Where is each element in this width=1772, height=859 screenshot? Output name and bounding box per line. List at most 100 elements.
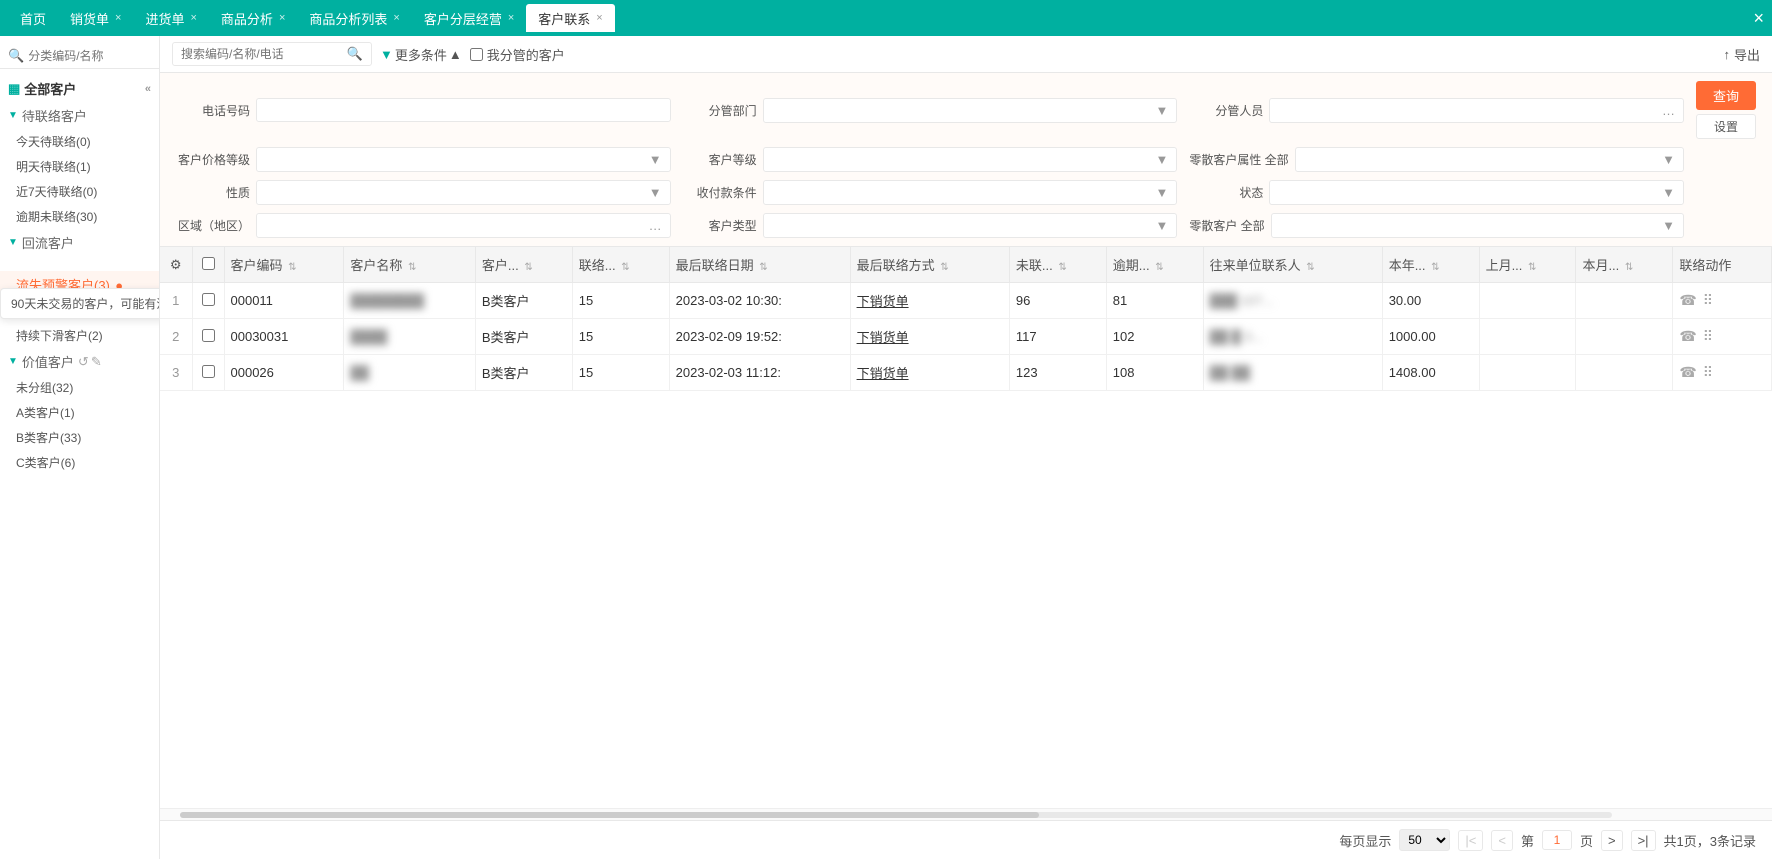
th-actions: 联络动作 bbox=[1673, 247, 1772, 283]
search-icon[interactable]: 🔍 bbox=[347, 46, 363, 62]
sidebar-item-c-class[interactable]: C类客户(6) bbox=[0, 450, 159, 475]
cell-last-method[interactable]: 下销货单 bbox=[850, 319, 1009, 355]
th-code[interactable]: 客户编码 ⇅ bbox=[224, 247, 344, 283]
cell-name: ████████ bbox=[344, 283, 476, 319]
cell-last-method[interactable]: 下销货单 bbox=[850, 283, 1009, 319]
sidebar-item-tomorrow-pending[interactable]: 明天待联络(1) bbox=[0, 154, 159, 179]
th-last-month[interactable]: 上月... ⇅ bbox=[1479, 247, 1576, 283]
query-button[interactable]: 查询 bbox=[1696, 81, 1756, 110]
filter-status-select[interactable]: ▼ bbox=[1269, 180, 1684, 205]
filter-price-level-select[interactable]: ▼ bbox=[256, 147, 671, 172]
cell-this-month bbox=[1576, 283, 1673, 319]
filter-scatter-customer-select[interactable]: ▼ bbox=[1271, 213, 1684, 238]
refresh-icon-value[interactable]: ↺ bbox=[78, 354, 89, 370]
close-customer-tier-tab[interactable]: × bbox=[508, 12, 514, 24]
tab-goods-analysis[interactable]: 商品分析 × bbox=[209, 4, 297, 32]
th-last-method[interactable]: 最后联络方式 ⇅ bbox=[850, 247, 1009, 283]
th-contact-count[interactable]: 联络... ⇅ bbox=[572, 247, 669, 283]
sidebar-item-churn-decline[interactable]: 持续下滑客户(2) bbox=[0, 323, 159, 348]
sidebar-search-input[interactable] bbox=[28, 49, 151, 63]
filter-customer-type-select[interactable]: ▼ bbox=[763, 213, 1178, 238]
cell-this-month bbox=[1576, 355, 1673, 391]
filter-nature-select[interactable]: ▼ bbox=[256, 180, 671, 205]
sidebar-group-value[interactable]: ▼ 价值客户 ↺ ✎ bbox=[0, 348, 159, 375]
settings-button[interactable]: 设置 bbox=[1696, 114, 1756, 139]
sidebar-item-today-pending[interactable]: 今天待联络(0) bbox=[0, 129, 159, 154]
total-records-label: 共1页，3条记录 bbox=[1664, 831, 1756, 850]
th-overdue[interactable]: 逾期... ⇅ bbox=[1106, 247, 1203, 283]
sidebar-item-a-class[interactable]: A类客户(1) bbox=[0, 400, 159, 425]
filter-customer-level-select[interactable]: ▼ bbox=[763, 147, 1178, 172]
th-type[interactable]: 客户... ⇅ bbox=[475, 247, 572, 283]
tab-sales[interactable]: 销货单 × bbox=[58, 4, 133, 32]
filter-scatter-attr-select[interactable]: ▼ bbox=[1295, 147, 1684, 172]
sidebar-all-customers[interactable]: ▦ 全部客户 « bbox=[0, 75, 159, 102]
window-close-button[interactable]: × bbox=[1753, 8, 1764, 29]
more-action-icon[interactable]: ⠿ bbox=[1703, 328, 1713, 345]
close-customer-contact-tab[interactable]: × bbox=[596, 12, 602, 24]
close-sales-tab[interactable]: × bbox=[115, 12, 121, 24]
close-goods-list-tab[interactable]: × bbox=[393, 12, 399, 24]
th-checkbox[interactable] bbox=[192, 247, 224, 283]
close-goods-analysis-tab[interactable]: × bbox=[279, 12, 285, 24]
filter-dept-select[interactable]: ▼ bbox=[763, 98, 1178, 123]
tab-goods-list[interactable]: 商品分析列表 × bbox=[297, 4, 411, 32]
sidebar-item-week-pending[interactable]: 近7天待联络(0) bbox=[0, 179, 159, 204]
my-customers-checkbox[interactable]: 我分管的客户 bbox=[470, 45, 565, 64]
next-page-button[interactable]: > bbox=[1601, 830, 1623, 851]
th-this-month[interactable]: 本月... ⇅ bbox=[1576, 247, 1673, 283]
cell-checkbox[interactable] bbox=[192, 319, 224, 355]
page-label: 第 bbox=[1521, 831, 1534, 850]
tab-purchase[interactable]: 进货单 × bbox=[133, 4, 208, 32]
sidebar-group-churn[interactable]: ▼ 回流客户 bbox=[0, 229, 159, 256]
filter-payment-select[interactable]: ▼ bbox=[763, 180, 1178, 205]
cell-checkbox[interactable] bbox=[192, 355, 224, 391]
th-settings[interactable]: ⚙ bbox=[160, 247, 192, 283]
tab-customer-tier[interactable]: 客户分层经营 × bbox=[412, 4, 526, 32]
edit-icon-value[interactable]: ✎ bbox=[91, 354, 102, 370]
cell-contact-count: 15 bbox=[572, 319, 669, 355]
my-customers-check[interactable] bbox=[470, 48, 483, 61]
filter-phone-input[interactable] bbox=[256, 98, 671, 122]
search-input-wrap: 🔍 bbox=[172, 42, 372, 66]
per-page-select[interactable]: 50 100 bbox=[1399, 829, 1450, 851]
sort-code-icon: ⇅ bbox=[288, 262, 296, 273]
sidebar-collapse-icon: « bbox=[145, 83, 151, 95]
export-button[interactable]: ↑ 导出 bbox=[1723, 45, 1760, 64]
cell-contact-count: 15 bbox=[572, 283, 669, 319]
filter-person-select[interactable]: … bbox=[1269, 98, 1684, 123]
tab-customer-contact[interactable]: 客户联系 × bbox=[526, 4, 614, 32]
sidebar-item-b-class[interactable]: B类客户(33) bbox=[0, 425, 159, 450]
th-this-year[interactable]: 本年... ⇅ bbox=[1382, 247, 1479, 283]
th-last-date[interactable]: 最后联络日期 ⇅ bbox=[669, 247, 850, 283]
close-purchase-tab[interactable]: × bbox=[190, 12, 196, 24]
row-checkbox[interactable] bbox=[202, 329, 215, 342]
first-page-button[interactable]: |< bbox=[1458, 830, 1483, 851]
th-uncontacted[interactable]: 未联... ⇅ bbox=[1009, 247, 1106, 283]
more-conditions-btn[interactable]: ▼ 更多条件 ▲ bbox=[380, 45, 462, 64]
adv-filter-panel: 电话号码 分管部门 ▼ 分管人员 … 查询 设置 bbox=[160, 73, 1772, 247]
contact-action-icon[interactable]: ☎ bbox=[1679, 292, 1696, 309]
row-checkbox[interactable] bbox=[202, 365, 215, 378]
cell-checkbox[interactable] bbox=[192, 283, 224, 319]
contact-action-icon[interactable]: ☎ bbox=[1679, 364, 1696, 381]
tab-home[interactable]: 首页 bbox=[8, 9, 58, 28]
sidebar-item-overdue-pending[interactable]: 逾期未联络(30) bbox=[0, 204, 159, 229]
prev-page-button[interactable]: < bbox=[1491, 830, 1513, 851]
filter-region-select[interactable]: … bbox=[256, 213, 671, 238]
sidebar-item-ungrouped[interactable]: 未分组(32) bbox=[0, 375, 159, 400]
more-action-icon[interactable]: ⠿ bbox=[1703, 364, 1713, 381]
more-action-icon[interactable]: ⠿ bbox=[1703, 292, 1713, 309]
last-page-button[interactable]: >| bbox=[1631, 830, 1656, 851]
cell-last-method[interactable]: 下销货单 bbox=[850, 355, 1009, 391]
filter-icon: ▼ bbox=[380, 47, 393, 62]
sidebar-group-pending[interactable]: ▼ 待联络客户 bbox=[0, 102, 159, 129]
th-name[interactable]: 客户名称 ⇅ bbox=[344, 247, 476, 283]
contact-action-icon[interactable]: ☎ bbox=[1679, 328, 1696, 345]
select-all-checkbox[interactable] bbox=[202, 257, 215, 270]
page-number-input[interactable] bbox=[1542, 830, 1572, 850]
th-partner-contact[interactable]: 往来单位联系人 ⇅ bbox=[1203, 247, 1382, 283]
search-input[interactable] bbox=[181, 47, 347, 61]
settings-icon[interactable]: ⚙ bbox=[170, 257, 182, 272]
row-checkbox[interactable] bbox=[202, 293, 215, 306]
